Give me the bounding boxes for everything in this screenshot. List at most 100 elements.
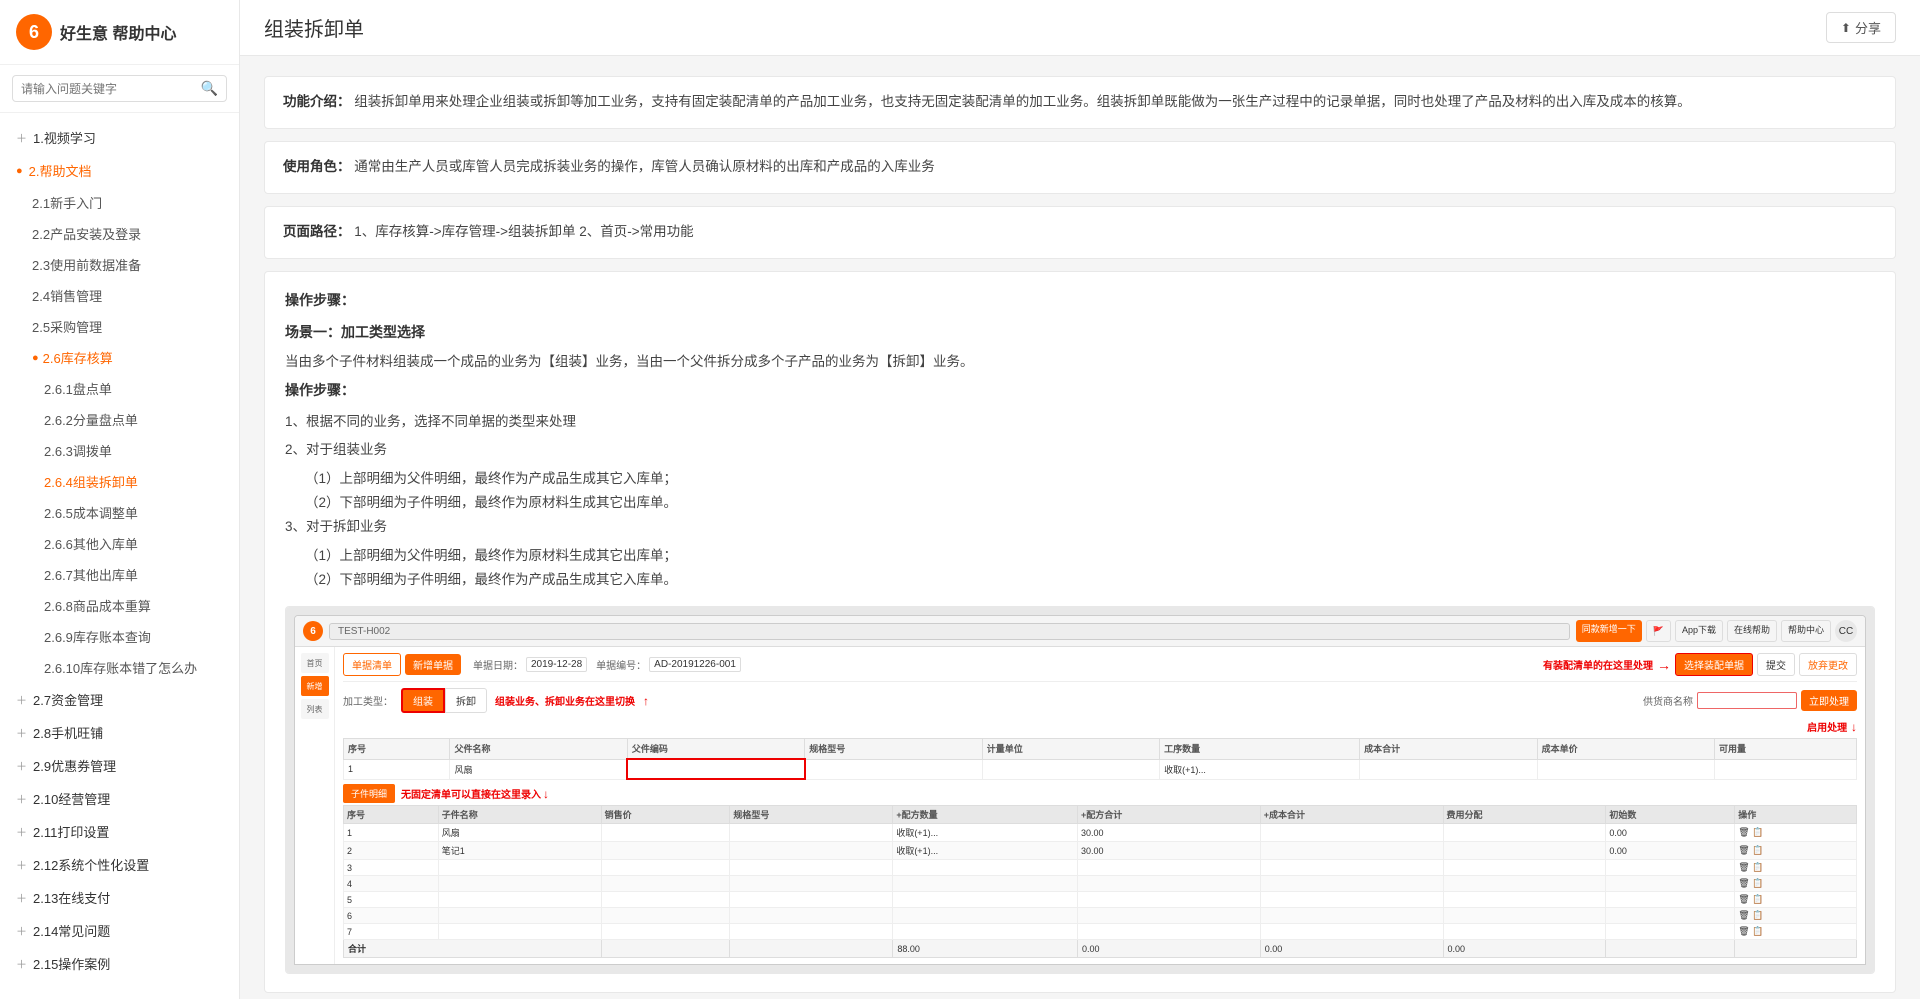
share-icon: ⬆ <box>1841 21 1851 35</box>
app-logo-small: 6 <box>303 621 323 641</box>
sidebar-sub-label: 2.6.3调拨单 <box>44 444 112 459</box>
sidebar-sub-label: 2.6.8商品成本重算 <box>44 599 151 614</box>
sidebar-item-coupon[interactable]: ＋ 2.9优惠券管理 <box>0 749 239 782</box>
ops-steps-title: 操作步骤： <box>285 380 1875 400</box>
sidebar-item-faq[interactable]: ＋ 2.14常见问题 <box>0 914 239 947</box>
sidebar-item-assembly[interactable]: 2.6.4组装拆卸单 <box>0 466 239 497</box>
share-button[interactable]: ⬆ 分享 <box>1826 12 1896 43</box>
arrow-icon-3: ↓ <box>1851 720 1857 734</box>
step2: 2、对于组装业务 <box>285 438 1875 462</box>
sidebar-sub-label: 2.6.5成本调整单 <box>44 506 138 521</box>
path-block: 页面路径： 1、库存核算->库存管理->组装拆卸单 2、首页->常用功能 <box>264 206 1896 259</box>
sidebar-item-settings[interactable]: ＋ 2.12系统个性化设置 <box>0 848 239 881</box>
search-icon[interactable]: 🔍 <box>201 80 218 97</box>
sidebar-item-split[interactable]: 2.6.2分量盘点单 <box>0 404 239 435</box>
sidebar-item-docs[interactable]: ● 2.帮助文档 <box>0 154 239 187</box>
date-value: 2019-12-28 <box>526 657 587 672</box>
sidebar-item-label: 2.11打印设置 <box>33 822 109 841</box>
scene1-title: 场景一：加工类型选择 <box>285 322 1875 342</box>
scene1-desc: 当由多个子件材料组装成一个成品的业务为【组装】业务，当由一个父件拆分成多个子产品… <box>285 350 1875 374</box>
sidebar-item-purchase[interactable]: 2.5采购管理 <box>0 311 239 342</box>
annotation-3-text: 启用处理 <box>1807 723 1847 734</box>
support-btn[interactable]: 在线帮助 <box>1727 620 1777 642</box>
supplier-input[interactable] <box>1697 692 1797 709</box>
sidebar-item-label: 2.12系统个性化设置 <box>33 855 149 874</box>
annotation-4-text: 无固定清单可以直接在这里录入 <box>401 786 541 801</box>
sidebar-sub-label: 2.6.1盘点单 <box>44 382 112 397</box>
sidebar-item-prepare[interactable]: 2.3使用前数据准备 <box>0 249 239 280</box>
template-btn[interactable]: 选择装配单据 <box>1675 653 1753 676</box>
screenshot-container: 6 TEST-H002 同款新增一下 🚩 App下载 在线帮助 帮助中心 C <box>285 606 1875 974</box>
new-doc-btn[interactable]: 同款新增一下 <box>1576 620 1642 642</box>
sidebar-sub-label: 2.6库存核算 <box>43 348 113 367</box>
step1: 1、根据不同的业务，选择不同单据的类型来处理 <box>285 410 1875 434</box>
step3: 3、对于拆卸业务 <box>285 515 1875 539</box>
sidebar-item-payment[interactable]: ＋ 2.13在线支付 <box>0 881 239 914</box>
sidebar-item-operations[interactable]: ＋ 2.10经营管理 <box>0 782 239 815</box>
submit-btn[interactable]: 提交 <box>1757 653 1795 676</box>
search-area: 🔍 <box>0 65 239 113</box>
sidebar-item-newcomer[interactable]: 2.1新手入门 <box>0 187 239 218</box>
sidebar-item-adjust[interactable]: 2.6.3调拨单 <box>0 435 239 466</box>
app-btn[interactable]: App下载 <box>1675 620 1723 642</box>
sidebar-item-cases[interactable]: ＋ 2.15操作案例 <box>0 947 239 980</box>
sidebar-item-inventory[interactable]: ● 2.6库存核算 <box>0 342 239 373</box>
sidebar-sub-label: 2.2产品安装及登录 <box>32 227 141 242</box>
search-box[interactable]: 🔍 <box>12 75 227 102</box>
tab-new-btn[interactable]: 新增单据 <box>405 654 461 675</box>
expand-icon: ＋ <box>16 758 27 774</box>
sidebar-item-cost-adjust[interactable]: 2.6.5成本调整单 <box>0 497 239 528</box>
supplier-label: 供货商名称 <box>1643 693 1693 708</box>
step2-sub2: （2）下部明细为子件明细，最终作为原材料生成其它出库单。 <box>305 491 1875 515</box>
step3-sub1: （1）上部明细为父件明细，最终作为原材料生成其它出库单； <box>305 544 1875 568</box>
search-input[interactable] <box>21 82 201 96</box>
step3-sub2: （2）下部明细为子件明细，最终作为产成品生成其它入库单。 <box>305 568 1875 592</box>
expand-icon: ＋ <box>16 890 27 906</box>
sidebar-item-finance[interactable]: ＋ 2.7资金管理 <box>0 683 239 716</box>
sidebar-item-install[interactable]: 2.2产品安装及登录 <box>0 218 239 249</box>
cancel-btn[interactable]: 放弃更改 <box>1799 653 1857 676</box>
sidebar-item-inventory-query[interactable]: 2.6.9库存账本查询 <box>0 621 239 652</box>
role-label: 使用角色： <box>283 159 351 174</box>
child-table: 序号 子件名称 销售价 规格型号 +配方数量 +配方合计 +成本合计 费用分配 <box>343 805 1857 958</box>
path-label: 页面路径： <box>283 224 351 239</box>
sidebar-sub-label: 2.6.7其他出库单 <box>44 568 138 583</box>
sidebar-item-mobile[interactable]: ＋ 2.8手机旺铺 <box>0 716 239 749</box>
annotation-2-text: 组装业务、拆卸业务在这里切换 <box>495 693 635 708</box>
sub-section-header: 子件明细 <box>343 784 395 803</box>
expand-icon: ● <box>16 165 23 177</box>
expand-icon-inventory: ● <box>32 352 39 364</box>
func-intro-label: 功能介绍： <box>283 94 351 109</box>
type-label: 加工类型： <box>343 693 393 708</box>
nav-icon-1[interactable]: 首页 <box>301 653 329 673</box>
sidebar-item-video[interactable]: ＋ 1.视频学习 <box>0 121 239 154</box>
sidebar-sub-label: 2.5采购管理 <box>32 320 102 335</box>
sidebar-item-other-out[interactable]: 2.6.7其他出库单 <box>0 559 239 590</box>
sidebar-item-inventory-error[interactable]: 2.6.10库存账本错了怎么办 <box>0 652 239 683</box>
sidebar-sub-label: 2.6.4组装拆卸单 <box>44 475 138 490</box>
app-name: 好生意 帮助中心 <box>60 20 176 44</box>
sidebar-item-sales[interactable]: 2.4销售管理 <box>0 280 239 311</box>
tab-list-btn[interactable]: 单据清单 <box>343 653 401 676</box>
topbar: 组装拆卸单 ⬆ 分享 <box>240 0 1920 56</box>
assembly-tab-btn[interactable]: 组装 <box>401 688 445 713</box>
sidebar-item-label: 2.帮助文档 <box>29 161 92 180</box>
confirm-btn[interactable]: 立即处理 <box>1801 690 1857 711</box>
sidebar-item-check[interactable]: 2.6.1盘点单 <box>0 373 239 404</box>
sidebar-sub-label: 2.6.9库存账本查询 <box>44 630 151 645</box>
sidebar-item-cost-reset[interactable]: 2.6.8商品成本重算 <box>0 590 239 621</box>
sidebar-item-other-in[interactable]: 2.6.6其他入库单 <box>0 528 239 559</box>
sidebar-sub-label: 2.4销售管理 <box>32 289 102 304</box>
sidebar-sub-label: 2.1新手入门 <box>32 196 102 211</box>
more-btn[interactable]: 🚩 <box>1646 620 1671 642</box>
page-title: 组装拆卸单 <box>264 13 364 42</box>
content-area: 功能介绍： 组装拆卸单用来处理企业组装或拆卸等加工业务，支持有固定装配清单的产品… <box>240 56 1920 999</box>
ops-title: 操作步骤： <box>285 290 1875 310</box>
sidebar-item-print[interactable]: ＋ 2.11打印设置 <box>0 815 239 848</box>
expand-icon: ＋ <box>16 130 27 146</box>
sidebar-item-label: 1.视频学习 <box>33 128 96 147</box>
help-center-btn[interactable]: 帮助中心 <box>1781 620 1831 642</box>
nav-icon-3[interactable]: 列表 <box>301 699 329 719</box>
nav-icon-2[interactable]: 新增 <box>301 676 329 696</box>
disassemble-tab-btn[interactable]: 拆卸 <box>445 688 487 713</box>
